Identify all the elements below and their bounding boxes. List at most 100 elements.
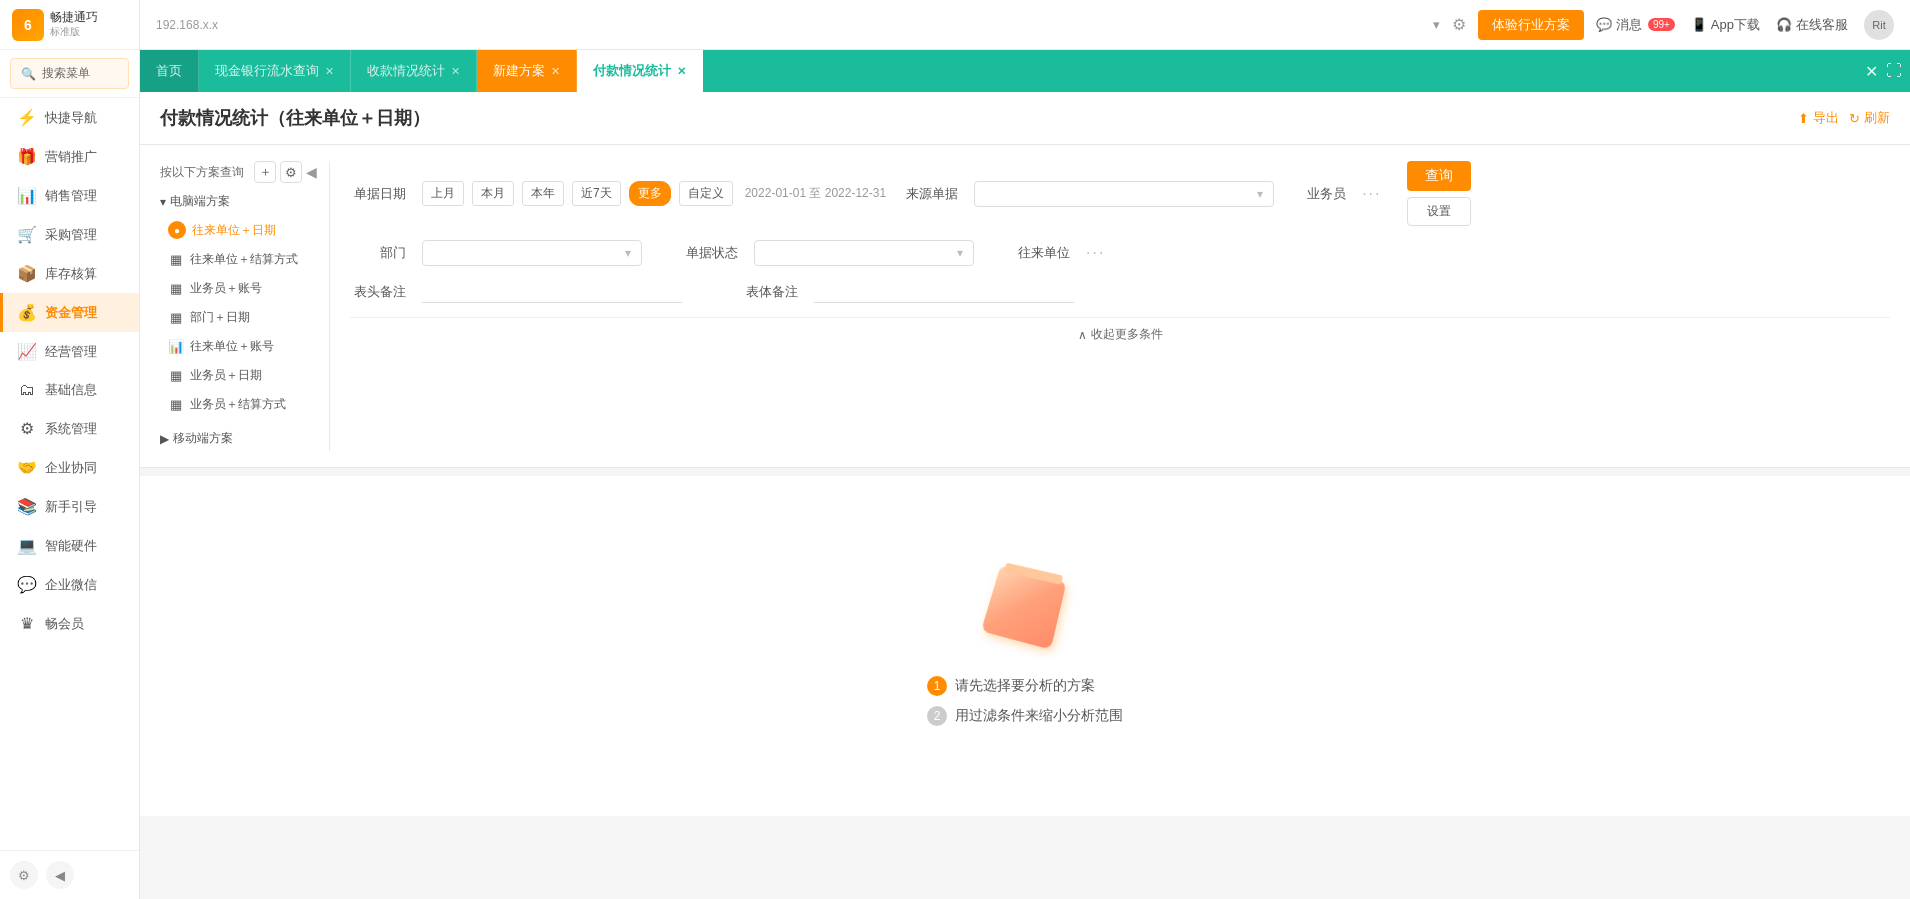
logo-name: 畅捷通巧 [50,10,98,26]
search-menu-btn[interactable]: 🔍 搜索菜单 [10,58,129,89]
sidebar-item-marketing[interactable]: 🎁 营销推广 [0,137,139,176]
sidebar-item-operation[interactable]: 📈 经营管理 [0,332,139,371]
messages-btn[interactable]: 💬 消息 99+ [1596,16,1675,34]
date-btn-more[interactable]: 更多 [629,181,671,206]
scheme-item-4[interactable]: 📊 往来单位＋账号 [160,333,317,360]
date-btn-last-month[interactable]: 上月 [422,181,464,206]
tab-home[interactable]: 首页 [140,50,199,92]
tab-payment-stats[interactable]: 付款情况统计 ✕ [577,50,703,92]
collapse-more-btn[interactable]: ∧ 收起更多条件 [350,317,1890,351]
desktop-group-title[interactable]: ▾ 电脑端方案 [160,193,317,210]
tab-close-bank-flow[interactable]: ✕ [325,65,334,78]
sidebar-search[interactable]: 🔍 搜索菜单 [0,50,139,98]
refresh-btn[interactable]: ↻ 刷新 [1849,109,1890,127]
add-scheme-btn[interactable]: ＋ [254,161,276,183]
sidebar-item-system[interactable]: ⚙ 系统管理 [0,409,139,448]
tip-num-2: 2 [927,706,947,726]
scheme-grid-icon-5: ▦ [168,368,184,383]
sidebar-bottom: ⚙ ◀ [0,850,139,899]
online-service-btn[interactable]: 🎧 在线客服 [1776,16,1848,34]
tab-close-all-btn[interactable]: ✕ [1865,62,1878,81]
export-icon: ⬆ [1798,111,1809,126]
tab-bank-flow[interactable]: 现金银行流水查询 ✕ [199,50,351,92]
tab-close-payment-stats[interactable]: ✕ [677,65,686,78]
date-btn-this-month[interactable]: 本月 [472,181,514,206]
dept-select[interactable]: ▾ [422,240,642,266]
sidebar-item-vip[interactable]: ♛ 畅会员 [0,604,139,643]
collapse-scheme-btn[interactable]: ◀ [306,164,317,180]
sidebar-item-guide[interactable]: 📚 新手引导 [0,487,139,526]
sidebar-item-wechat[interactable]: 💬 企业微信 [0,565,139,604]
filter-section: 按以下方案查询 ＋ ⚙ ◀ ▾ 电脑端方案 ● 往来单位＋日期 [140,145,1910,468]
message-icon: 💬 [1596,17,1612,32]
operation-icon: 📈 [17,342,37,361]
quick-nav-icon: ⚡ [17,108,37,127]
settings-bottom-icon[interactable]: ⚙ [10,861,38,889]
scheme-item-5[interactable]: ▦ 业务员＋日期 [160,362,317,389]
tabbar: 首页 现金银行流水查询 ✕ 收款情况统计 ✕ 新建方案 ✕ 付款情况统计 ✕ ✕… [140,50,1910,92]
salesperson-label: 业务员 [1290,185,1346,203]
app-download-btn[interactable]: 📱 App下载 [1691,16,1760,34]
filter-row-3: 表头备注 表体备注 [350,280,1890,303]
sidebar-item-purchase[interactable]: 🛒 采购管理 [0,215,139,254]
scheme-sidebar: 按以下方案查询 ＋ ⚙ ◀ ▾ 电脑端方案 ● 往来单位＋日期 [160,161,330,451]
sidebar-item-finance[interactable]: 💰 资金管理 [0,293,139,332]
export-btn[interactable]: ⬆ 导出 [1798,109,1839,127]
query-btn[interactable]: 查询 [1407,161,1471,191]
sidebar-item-quick-nav[interactable]: ⚡ 快捷导航 [0,98,139,137]
collapse-sidebar-btn[interactable]: ◀ [46,861,74,889]
mobile-group-title[interactable]: ▶ 移动端方案 [160,426,317,451]
scheme-item-3[interactable]: ▦ 部门＋日期 [160,304,317,331]
salesperson-select[interactable]: ··· [1362,185,1381,203]
sidebar-nav: ⚡ 快捷导航 🎁 营销推广 📊 销售管理 🛒 采购管理 📦 库存核算 💰 资金管… [0,98,139,850]
basic-icon: 🗂 [17,381,37,399]
scheme-settings-btn[interactable]: ⚙ [280,161,302,183]
message-badge: 99+ [1648,18,1675,31]
settings-gear-icon[interactable]: ⚙ [1452,15,1466,34]
sidebar-item-basic[interactable]: 🗂 基础信息 [0,371,139,409]
sidebar-item-hardware[interactable]: 💻 智能硬件 [0,526,139,565]
content-area: 付款情况统计（往来单位＋日期） ⬆ 导出 ↻ 刷新 按以下方案查询 ＋ [140,92,1910,899]
partner-select[interactable]: ··· [1086,244,1105,262]
enterprise-icon: 🤝 [17,458,37,477]
scheme-item-1[interactable]: ▦ 往来单位＋结算方式 [160,246,317,273]
date-range-text: 2022-01-01 至 2022-12-31 [745,185,886,202]
sidebar-item-sales[interactable]: 📊 销售管理 [0,176,139,215]
refresh-icon: ↻ [1849,111,1860,126]
hardware-icon: 💻 [17,536,37,555]
tab-maximize-btn[interactable]: ⛶ [1886,62,1902,80]
date-btn-this-year[interactable]: 本年 [522,181,564,206]
date-label: 单据日期 [350,185,406,203]
finance-icon: 💰 [17,303,37,322]
tab-close-new-scheme[interactable]: ✕ [551,65,560,78]
scheme-item-0[interactable]: ● 往来单位＋日期 [160,216,317,244]
source-select[interactable]: ▾ [974,181,1274,207]
table-body-note-label: 表体备注 [738,283,798,301]
sidebar-item-enterprise[interactable]: 🤝 企业协同 [0,448,139,487]
sidebar-item-inventory[interactable]: 📦 库存核算 [0,254,139,293]
settings-form-btn[interactable]: 设置 [1407,197,1471,226]
table-header-note-input[interactable] [422,280,682,303]
main-area: 192.168.x.x ▾ ⚙ 体验行业方案 💬 消息 99+ 📱 App下载 … [140,0,1910,899]
group-arrow-icon: ▾ [160,195,166,209]
logo: 6 畅捷通巧 标准版 [0,0,139,50]
tab-collection-stats[interactable]: 收款情况统计 ✕ [351,50,477,92]
doc-status-select[interactable]: ▾ [754,240,974,266]
date-btn-last-7days[interactable]: 近7天 [572,181,621,206]
scheme-grid-icon-1: ▦ [168,252,184,267]
dropdown-icon[interactable]: ▾ [1433,17,1440,32]
date-btn-custom[interactable]: 自定义 [679,181,733,206]
guide-icon: 📚 [17,497,37,516]
partner-label: 往来单位 [1010,244,1070,262]
trial-btn[interactable]: 体验行业方案 [1478,10,1584,40]
empty-icon [975,556,1075,656]
scheme-item-2[interactable]: ▦ 业务员＋账号 [160,275,317,302]
table-body-note-input[interactable] [814,280,1074,303]
search-icon: 🔍 [21,67,36,81]
tab-new-scheme[interactable]: 新建方案 ✕ [477,50,577,92]
scheme-item-6[interactable]: ▦ 业务员＋结算方式 [160,391,317,418]
user-avatar[interactable]: Rit [1864,10,1894,40]
tab-close-collection[interactable]: ✕ [451,65,460,78]
mobile-group-arrow: ▶ [160,432,169,446]
empty-state: 1 请先选择要分析的方案 2 用过滤条件来缩小分析范围 [140,476,1910,816]
